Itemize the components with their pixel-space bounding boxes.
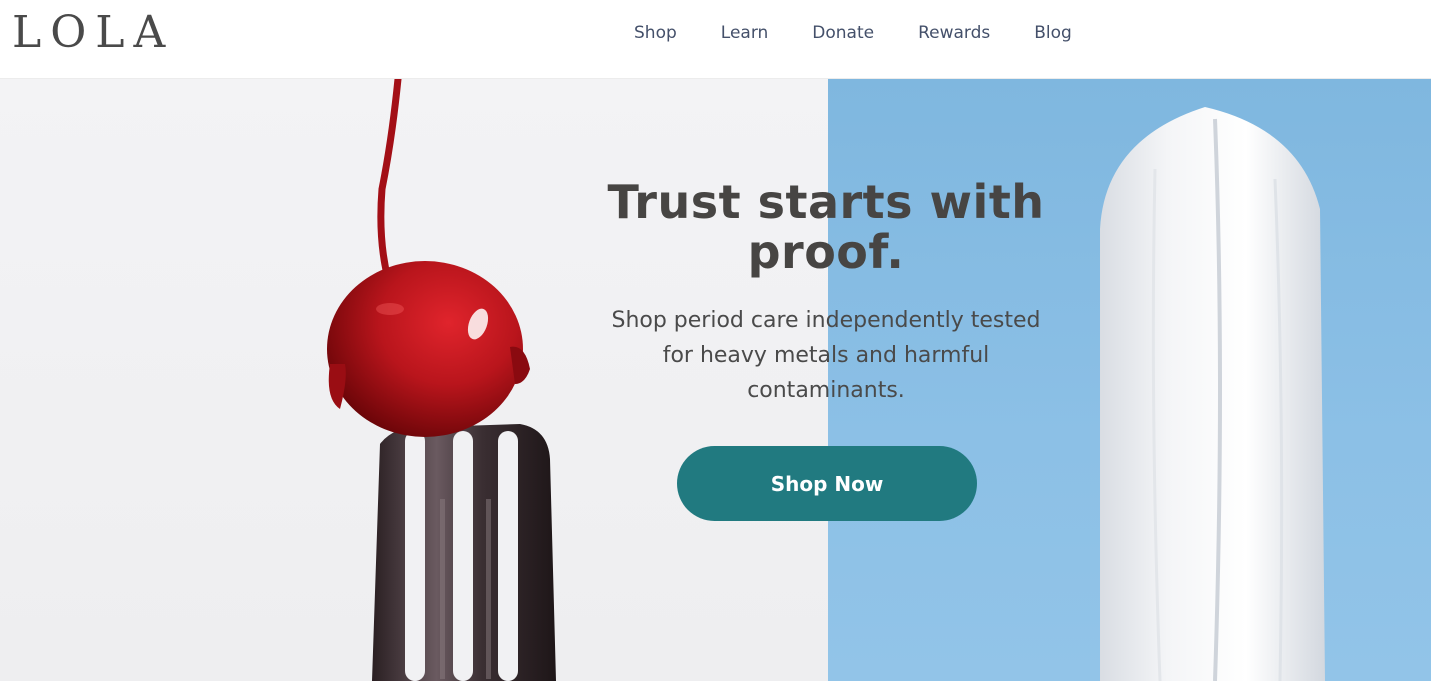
nav-item-shop[interactable]: Shop — [612, 23, 699, 43]
nav-item-donate[interactable]: Donate — [790, 23, 896, 43]
hero-copy: Trust starts with proof. Shop period car… — [576, 177, 1076, 408]
nav-item-rewards[interactable]: Rewards — [896, 23, 1012, 43]
hero-subtitle: Shop period care independently tested fo… — [611, 308, 1041, 403]
nav-item-learn[interactable]: Learn — [699, 23, 791, 43]
shop-now-button[interactable]: Shop Now — [677, 446, 977, 521]
cherry-icon — [327, 79, 530, 437]
nav-item-blog[interactable]: Blog — [1012, 23, 1094, 43]
hero-section: Trust starts with proof. Shop period car… — [0, 79, 1431, 681]
fork-icon — [372, 424, 556, 681]
main-nav: Shop Learn Donate Rewards Blog — [612, 0, 1094, 66]
site-header: LOLA Shop Learn Donate Rewards Blog — [0, 0, 1431, 79]
tampon-icon — [1100, 107, 1325, 681]
lola-logo[interactable]: LOLA — [12, 8, 174, 58]
hero-title: Trust starts with proof. — [607, 175, 1045, 279]
